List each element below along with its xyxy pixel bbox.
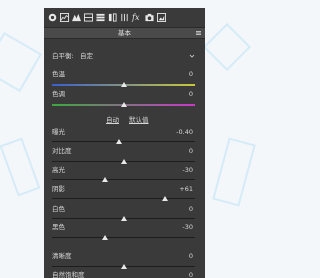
default-button[interactable]: 默认值 [129, 116, 149, 125]
panel-menu-icon[interactable] [196, 31, 201, 35]
exposure-label: 曝光 [52, 128, 65, 136]
temp-label: 色温 [52, 70, 65, 78]
highlights-value[interactable]: -30 [182, 166, 193, 174]
histogram-icon[interactable] [60, 13, 69, 22]
blacks-slider-thumb[interactable] [101, 235, 108, 240]
panel-toolbar: fx [44, 8, 205, 27]
split-toning-icon[interactable] [108, 13, 117, 22]
detail-icon[interactable] [84, 13, 93, 22]
lens-corrections-icon[interactable] [120, 13, 129, 22]
vibrance-label: 自然饱和度 [52, 271, 85, 278]
presets-icon[interactable] [157, 13, 166, 22]
contrast-value[interactable]: 0 [189, 147, 193, 155]
shadows-label: 阴影 [52, 185, 65, 193]
white-balance-select[interactable]: 自定 [80, 51, 93, 61]
panel-title-bar: 基本 [44, 27, 205, 39]
shadows-slider-thumb[interactable] [161, 196, 168, 201]
whites-label: 白色 [52, 205, 65, 213]
exposure-value[interactable]: -0.40 [176, 128, 193, 136]
effects-fx-icon[interactable]: fx [132, 13, 142, 22]
highlights-slider-track[interactable] [52, 179, 195, 180]
panel-title: 基本 [118, 29, 131, 37]
blacks-label: 黑色 [52, 223, 65, 231]
shadows-value[interactable]: +61 [179, 185, 193, 193]
chevron-down-icon[interactable] [189, 51, 195, 61]
aperture-icon[interactable] [48, 13, 57, 22]
tint-label: 色调 [52, 90, 65, 98]
contrast-label: 对比度 [52, 147, 72, 155]
whites-slider-thumb[interactable] [120, 216, 127, 221]
basic-adjustments-panel: fx 基本 白平衡: 自定 自动 默认值 色温 0 色调 0 曝光 -0.40 对比度 0 高光… [44, 8, 205, 278]
exposure-slider-track[interactable] [52, 141, 195, 142]
temp-value[interactable]: 0 [189, 70, 193, 78]
tint-slider-thumb[interactable] [120, 102, 127, 107]
shadows-slider-track[interactable] [52, 198, 195, 199]
contrast-slider-thumb[interactable] [120, 159, 127, 164]
camera-calibration-icon[interactable] [145, 13, 154, 22]
highlights-label: 高光 [52, 166, 65, 174]
white-balance-label: 白平衡: [52, 52, 74, 60]
blacks-value[interactable]: -30 [182, 223, 193, 231]
tint-value[interactable]: 0 [189, 90, 193, 98]
clarity-label: 清晰度 [52, 252, 72, 260]
exposure-slider-thumb[interactable] [116, 139, 123, 144]
vibrance-value[interactable]: 0 [189, 271, 193, 278]
temp-slider-thumb[interactable] [120, 82, 127, 87]
auto-button[interactable]: 自动 [106, 116, 119, 125]
hsl-icon[interactable] [96, 13, 105, 22]
clarity-slider-thumb[interactable] [120, 264, 127, 269]
tone-curve-icon[interactable] [72, 13, 81, 22]
clarity-value[interactable]: 0 [189, 252, 193, 260]
auto-default-row: 自动 默认值 [44, 116, 205, 125]
whites-value[interactable]: 0 [189, 205, 193, 213]
white-balance-row[interactable]: 白平衡: 自定 [52, 51, 195, 61]
blacks-slider-track[interactable] [52, 237, 195, 238]
highlights-slider-thumb[interactable] [101, 177, 108, 182]
